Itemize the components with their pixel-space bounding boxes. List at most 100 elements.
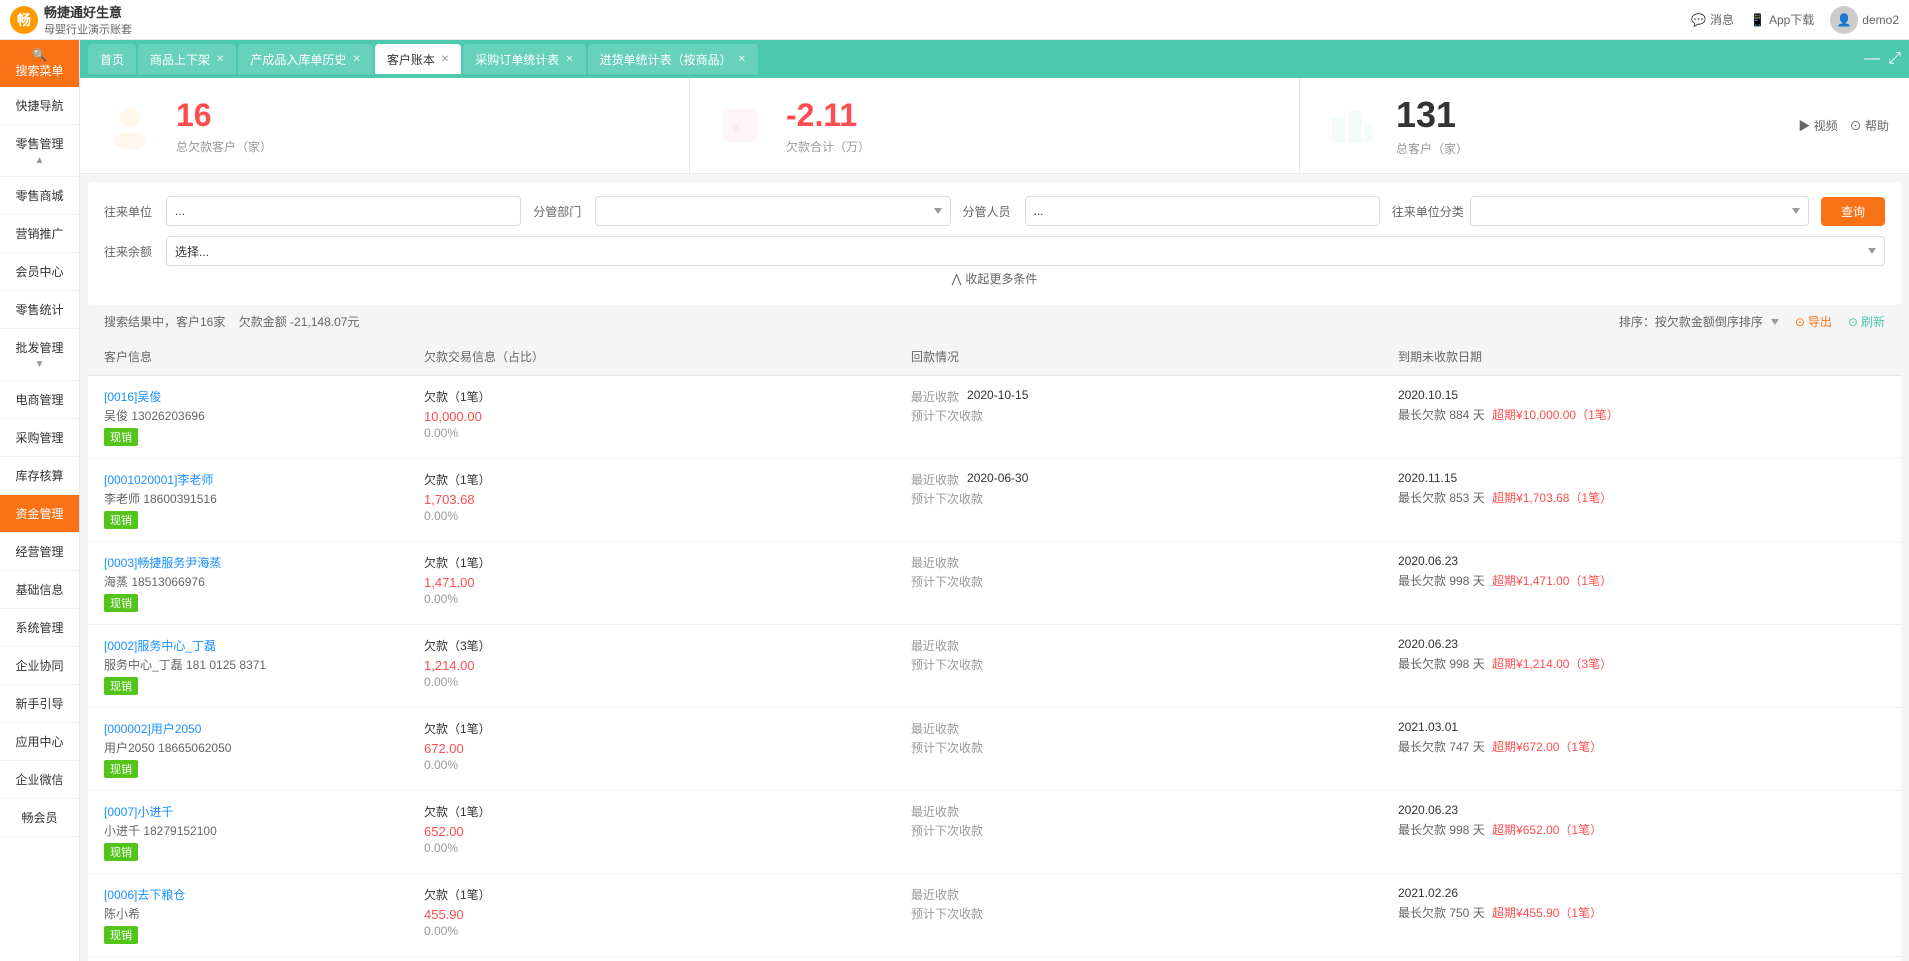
customer-name-1[interactable]: [0001020001]李老师 [104,471,424,488]
customer-info-0: [0016]吴俊 吴俊 13026203696 现销 [104,388,424,446]
unit-category-label: 往来单位分类 [1392,203,1464,220]
recovery-row-1a: 最近收款 2020-06-30 [911,471,1398,488]
tab-customer-account[interactable]: 客户账本 ✕ [375,44,461,74]
refresh-btn[interactable]: ⊙ 刷新 [1848,313,1885,330]
tab-close-purchase[interactable]: ✕ [565,54,573,65]
customer-name-2[interactable]: [0003]畅捷服务尹海蒸 [104,554,424,571]
sidebar-item-app-center[interactable]: 应用中心 [0,723,79,761]
tab-close-products[interactable]: ✕ [216,54,224,65]
overdue-amount-2[interactable]: 超期¥1,471.00（1笔） [1492,574,1612,588]
recovery-info-2: 最近收款 预计下次收款 [911,554,1398,592]
tab-close-production[interactable]: ✕ [352,54,360,65]
customer-info-3: [0002]服务中心_丁磊 服务中心_丁磊 181 0125 8371 现销 [104,637,424,695]
tab-purchase-order[interactable]: 采购订单统计表 ✕ [463,44,585,74]
overdue-3: 最长欠款 998 天 超期¥1,214.00（3笔） [1398,655,1885,672]
logo-text: 畅捷通好生意 [44,2,132,21]
export-btn[interactable]: ⊙ 导出 [1795,313,1832,330]
sidebar-item-basic-info[interactable]: 基础信息 [0,571,79,609]
filter-from-unit: 往来单位 ... [104,196,521,226]
debt-percent-5: 0.00% [424,841,911,855]
sidebar-item-enterprise[interactable]: 企业协同 [0,647,79,685]
due-date-6: 2021.02.26 [1398,886,1885,900]
tab-close-customer[interactable]: ✕ [441,54,449,65]
debt-percent-2: 0.00% [424,592,911,606]
sidebar-item-marketing[interactable]: 营销推广 [0,215,79,253]
balance-select[interactable]: 选择... [166,236,1885,266]
header-due: 到期未收款日期 [1398,348,1885,365]
dept-select[interactable] [595,196,950,226]
expand-icon: ▲ [35,155,45,166]
debt-count-3: 欠款（3笔） [424,637,911,654]
total-customers-label: 总客户（家） [1396,140,1782,157]
sidebar-item-guide[interactable]: 新手引导 [0,685,79,723]
due-date-2: 2020.06.23 [1398,554,1885,568]
sidebar-item-member[interactable]: 会员中心 [0,253,79,291]
overdue-amount-6[interactable]: 超期¥455.90（1笔） [1492,906,1602,920]
tab-production[interactable]: 产成品入库单历史 ✕ [238,44,372,74]
customer-phone-1: 李老师 18600391516 [104,490,424,507]
tab-home[interactable]: 首页 [88,44,136,74]
overdue-amount-1[interactable]: 超期¥1,703.68（1笔） [1492,491,1612,505]
help-btn[interactable]: ⊙ 帮助 [1850,117,1889,134]
view-video-btn[interactable]: ▶ 视频 [1798,117,1837,134]
overdue-1: 最长欠款 853 天 超期¥1,703.68（1笔） [1398,489,1885,506]
sidebar-item-member2[interactable]: 畅会员 [0,799,79,837]
sidebar-item-operations[interactable]: 经营管理 [0,533,79,571]
debt-percent-6: 0.00% [424,924,911,938]
overdue-amount-3[interactable]: 超期¥1,214.00（3笔） [1492,657,1612,671]
tab-minimize-btn[interactable]: — [1864,50,1880,68]
sidebar-item-finance[interactable]: 资金管理 [0,495,79,533]
customer-name-4[interactable]: [000002]用户2050 [104,720,424,737]
app-download-btn[interactable]: 📱 App下载 [1750,11,1814,28]
sidebar-item-retail-mgmt[interactable]: 零售管理 ▲ [0,125,79,177]
customer-name-0[interactable]: [0016]吴俊 [104,388,424,405]
message-btn[interactable]: 💬 消息 [1691,11,1734,28]
overdue-amount-5[interactable]: 超期¥652.00（1笔） [1492,823,1602,837]
logo-icon: 畅 [10,6,38,34]
sidebar-item-wholesale[interactable]: 批发管理 ▼ [0,329,79,381]
sidebar-item-ecommerce[interactable]: 电商管理 [0,381,79,419]
sidebar-item-purchase[interactable]: 采购管理 [0,419,79,457]
customer-name-3[interactable]: [0002]服务中心_丁磊 [104,637,424,654]
sidebar: 🔍 搜索菜单 快捷导航 零售管理 ▲ 零售商城 营销推广 会员中心 零售统计 批… [0,40,80,961]
dept-chevron [934,208,942,214]
customer-tag-3: 现销 [104,677,138,695]
customer-name-5[interactable]: [0007]小进千 [104,803,424,820]
search-button[interactable]: 查询 [1821,197,1885,226]
recovery-info-5: 最近收款 预计下次收款 [911,803,1398,841]
sidebar-item-inventory[interactable]: 库存核算 [0,457,79,495]
customer-tag-0: 现销 [104,428,138,446]
from-unit-label: 往来单位 [104,203,160,220]
tab-purchase-stat[interactable]: 进货单统计表（按商品） ✕ [588,44,758,74]
total-customers-number: 131 [1396,94,1782,136]
collapse-btn[interactable]: ⋀ 收起更多条件 [104,266,1885,291]
customer-phone-2: 海蒸 18513066976 [104,573,424,590]
table-row: [0003]畅捷服务尹海蒸 海蒸 18513066976 现销 欠款（1笔） 1… [88,542,1901,625]
user-menu[interactable]: 👤 demo2 [1830,6,1899,34]
debt-amount-number: -2.11 [786,97,1279,134]
tab-maximize-btn[interactable]: ⤢ [1888,50,1901,68]
stat-total-customers-info: 131 总客户（家） [1396,94,1782,157]
sort-dropdown[interactable]: 排序：按欠款金额倒序排序 [1619,313,1779,330]
search-menu-btn[interactable]: 🔍 搜索菜单 [0,40,79,87]
customer-name-6[interactable]: [0006]去下粮仓 [104,886,424,903]
debt-count-0: 欠款（1笔） [424,388,911,405]
overdue-amount-4[interactable]: 超期¥672.00（1笔） [1492,740,1602,754]
tab-actions: — ⤢ [1864,50,1901,68]
sidebar-item-retail-stats[interactable]: 零售统计 [0,291,79,329]
main-layout: 🔍 搜索菜单 快捷导航 零售管理 ▲ 零售商城 营销推广 会员中心 零售统计 批… [0,40,1909,961]
sidebar-item-retail-mall[interactable]: 零售商城 [0,177,79,215]
tab-close-stat[interactable]: ✕ [738,54,746,65]
sidebar-item-system[interactable]: 系统管理 [0,609,79,647]
overdue-amount-0[interactable]: 超期¥10,000.00（1笔） [1492,408,1619,422]
sidebar-item-quick-nav[interactable]: 快捷导航 [0,87,79,125]
stat-debt-amount-info: -2.11 欠款合计（万） [786,97,1279,155]
sidebar-item-wechat[interactable]: 企业微信 [0,761,79,799]
from-unit-input[interactable]: ... [166,196,521,226]
due-info-3: 2020.06.23 最长欠款 998 天 超期¥1,214.00（3笔） [1398,637,1885,672]
person-input[interactable]: ... [1025,196,1380,226]
unit-category-select[interactable] [1470,196,1809,226]
tab-products[interactable]: 商品上下架 ✕ [138,44,236,74]
filter-balance: 往来余额 选择... [104,236,1885,266]
due-date-3: 2020.06.23 [1398,637,1885,651]
